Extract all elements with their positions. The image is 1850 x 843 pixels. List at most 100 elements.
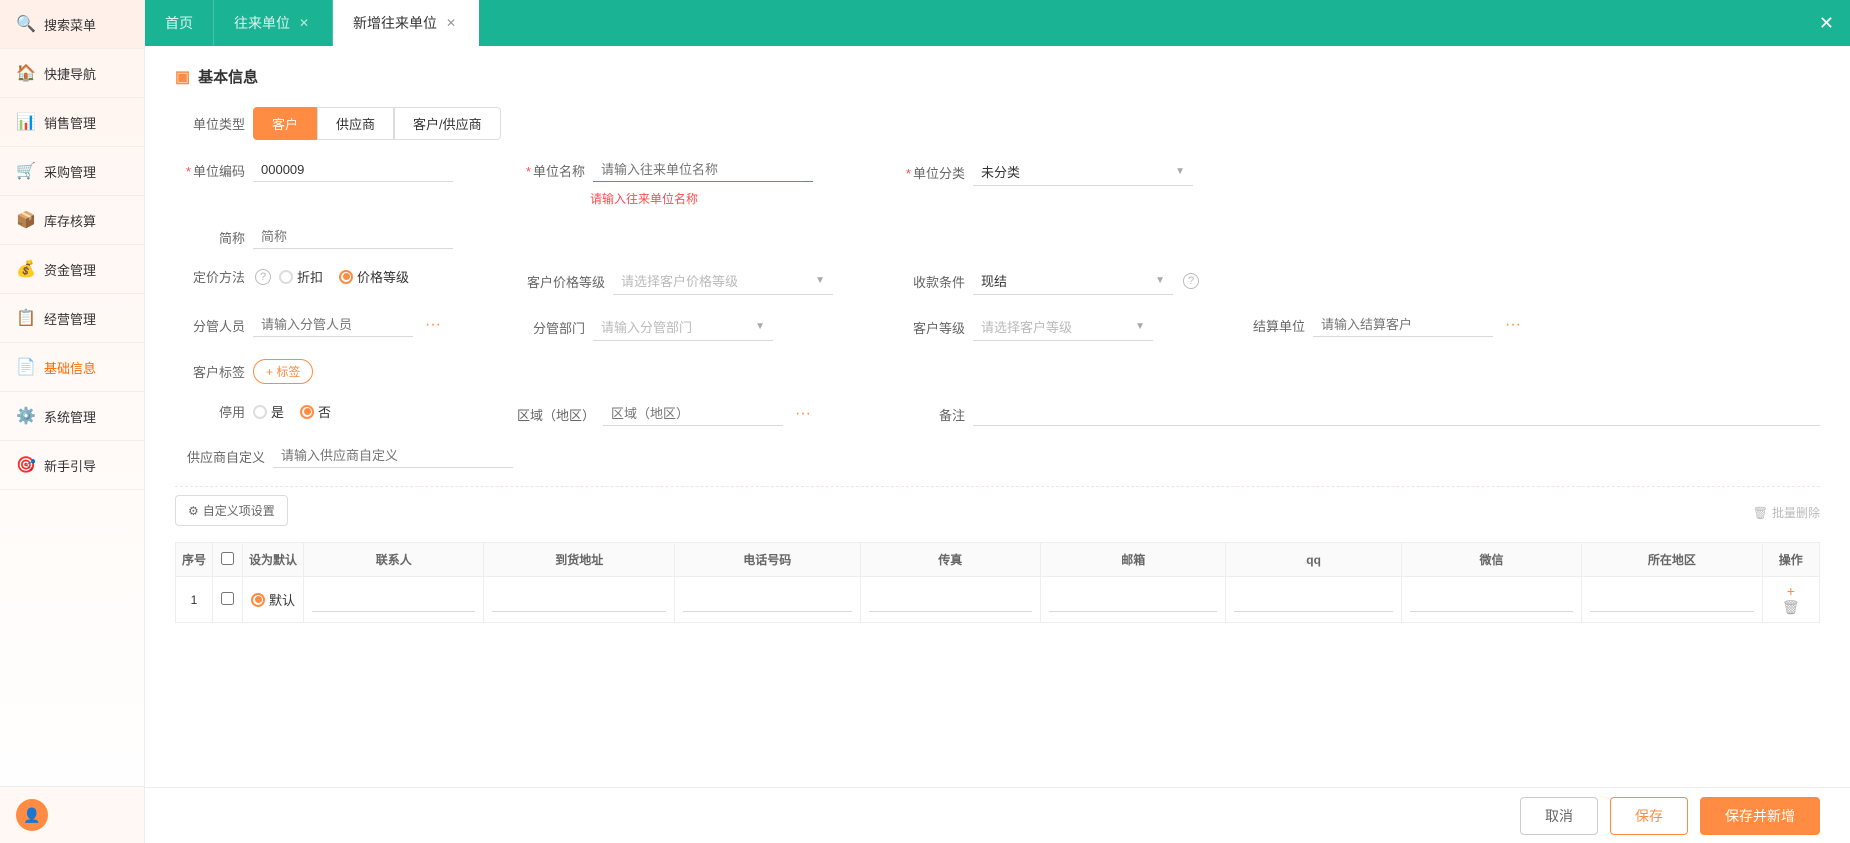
supplier-custom-input[interactable] (273, 444, 513, 468)
qq-input[interactable] (1234, 588, 1392, 612)
type-btn-supplier[interactable]: 供应商 (317, 107, 394, 140)
delete-row-button[interactable]: 🗑 (1778, 599, 1804, 615)
tab-new-counterparty[interactable]: 新增往来单位 ✕ (333, 0, 479, 46)
settings-icon: ⚙ (188, 504, 199, 518)
add-row-button[interactable]: + (1783, 583, 1799, 599)
department-select[interactable]: 请输入分管部门 ▼ (593, 313, 773, 341)
form-content: ▣ 基本信息 单位类型 客户 供应商 客户/供应商 *单位编 (145, 46, 1850, 787)
remark-group: 备注 (895, 402, 1820, 426)
th-actions: 操作 (1762, 543, 1819, 577)
sidebar-item-finance[interactable]: 💰 资金管理 (0, 245, 144, 294)
chevron-down-icon: ▼ (815, 275, 825, 286)
region-table-input[interactable] (1590, 588, 1753, 612)
save-and-new-button[interactable]: 保存并新增 (1700, 797, 1820, 835)
td-qq (1226, 577, 1401, 623)
unit-name-group: *单位名称 请输入往来单位名称 (515, 158, 895, 207)
region-label: 区域（地区） (515, 405, 595, 424)
row-checkbox[interactable] (221, 592, 234, 605)
wechat-input[interactable] (1410, 588, 1573, 612)
customer-price-select[interactable]: 请选择客户价格等级 ▼ (613, 267, 833, 295)
tab-home[interactable]: 首页 (145, 0, 214, 46)
settle-unit-group: 结算单位 ··· (1235, 313, 1820, 337)
batch-delete-label: 批量删除 (1772, 504, 1820, 521)
department-label: 分管部门 (515, 318, 585, 337)
disabled-radio-group: 是 否 (253, 402, 331, 421)
payment-terms-group: 收款条件 现结 ▼ ? (895, 267, 1820, 295)
radio-yes-circle (253, 405, 267, 419)
radio-price-level[interactable]: 价格等级 (339, 267, 409, 286)
sidebar-item-guide[interactable]: 🎯 新手引导 (0, 441, 144, 490)
alias-input[interactable] (253, 225, 453, 249)
chevron-down-icon: ▼ (1155, 275, 1165, 286)
contacts-table-wrapper: 序号 设为默认 联系人 到货地址 电话号码 传真 邮箱 qq 微信 所在地区 操… (175, 542, 1820, 623)
payment-terms-select[interactable]: 现结 ▼ (973, 267, 1173, 295)
sidebar-item-label: 系统管理 (44, 407, 96, 426)
contacts-table: 序号 设为默认 联系人 到货地址 电话号码 传真 邮箱 qq 微信 所在地区 操… (175, 542, 1820, 623)
tag-add-button[interactable]: + 标签 (253, 359, 313, 384)
unit-category-select[interactable]: 未分类 ▼ (973, 158, 1193, 186)
customer-price-group: 客户价格等级 请选择客户价格等级 ▼ (515, 267, 895, 295)
settle-unit-input[interactable] (1313, 313, 1493, 337)
type-btn-customer[interactable]: 客户 (253, 107, 317, 140)
guide-icon: 🎯 (16, 455, 36, 475)
region-more-btn[interactable]: ··· (791, 405, 815, 423)
unit-code-label: *单位编码 (175, 161, 245, 180)
sidebar-item-search[interactable]: 🔍 搜索菜单 (0, 0, 144, 49)
radio-no-circle (300, 405, 314, 419)
tab-bar-close-button[interactable]: ✕ (1803, 13, 1850, 34)
radio-no[interactable]: 否 (300, 402, 331, 421)
tags-label: 客户标签 (175, 362, 245, 381)
sidebar-item-system[interactable]: ⚙️ 系统管理 (0, 392, 144, 441)
sidebar-item-sales[interactable]: 📊 销售管理 (0, 98, 144, 147)
customer-price-label: 客户价格等级 (515, 272, 605, 291)
payment-terms-label: 收款条件 (895, 272, 965, 291)
batch-delete-area: 🗑 批量删除 (1753, 504, 1820, 521)
th-default: 设为默认 (243, 543, 304, 577)
unit-name-input[interactable] (593, 158, 813, 182)
fax-input[interactable] (869, 588, 1032, 612)
select-all-checkbox[interactable] (221, 552, 234, 565)
email-input[interactable] (1049, 588, 1218, 612)
sidebar-item-basic-info[interactable]: 📄 基础信息 (0, 343, 144, 392)
remark-input[interactable] (973, 402, 1820, 426)
region-input[interactable] (603, 402, 783, 426)
radio-price-level-circle (339, 270, 353, 284)
payment-help-icon[interactable]: ? (1183, 273, 1199, 289)
pricing-label: 定价方法 (175, 267, 245, 286)
unit-code-group: *单位编码 (175, 158, 515, 182)
pricing-help-icon[interactable]: ? (255, 269, 271, 285)
contact-input[interactable] (312, 588, 475, 612)
custom-settings-button[interactable]: ⚙ 自定义项设置 (175, 495, 288, 526)
supplier-custom-group: 供应商自定义 (175, 444, 575, 468)
tab-new-counterparty-close[interactable]: ✕ (443, 15, 459, 31)
th-region: 所在地区 (1582, 543, 1762, 577)
phone-input[interactable] (683, 588, 852, 612)
radio-discount[interactable]: 折扣 (279, 267, 323, 286)
td-actions: + 🗑 (1762, 577, 1819, 623)
td-email (1040, 577, 1226, 623)
chart-icon: 📊 (16, 112, 36, 132)
save-button[interactable]: 保存 (1610, 797, 1688, 835)
sidebar-item-operations[interactable]: 📋 经营管理 (0, 294, 144, 343)
sidebar-item-quick-nav[interactable]: 🏠 快捷导航 (0, 49, 144, 98)
manager-more-btn[interactable]: ··· (421, 316, 445, 334)
tab-counterparty[interactable]: 往来单位 ✕ (214, 0, 333, 46)
settle-unit-more-btn[interactable]: ··· (1501, 316, 1525, 334)
tab-counterparty-close[interactable]: ✕ (296, 15, 312, 31)
unit-code-input[interactable] (253, 158, 453, 182)
sidebar-bottom: 👤 (0, 786, 144, 843)
radio-yes[interactable]: 是 (253, 402, 284, 421)
radio-default[interactable]: 默认 (251, 590, 295, 609)
avatar: 👤 (16, 799, 48, 831)
sidebar-item-purchase[interactable]: 🛒 采购管理 (0, 147, 144, 196)
chevron-down-icon: ▼ (755, 321, 765, 332)
manager-input[interactable] (253, 313, 413, 337)
cancel-button[interactable]: 取消 (1520, 797, 1598, 835)
td-index: 1 (176, 577, 213, 623)
sidebar-item-inventory[interactable]: 📦 库存核算 (0, 196, 144, 245)
address-input[interactable] (492, 588, 666, 612)
type-btn-both[interactable]: 客户/供应商 (394, 107, 501, 140)
customer-level-select[interactable]: 请选择客户等级 ▼ (973, 313, 1153, 341)
radio-discount-circle (279, 270, 293, 284)
unit-category-label: *单位分类 (895, 163, 965, 182)
